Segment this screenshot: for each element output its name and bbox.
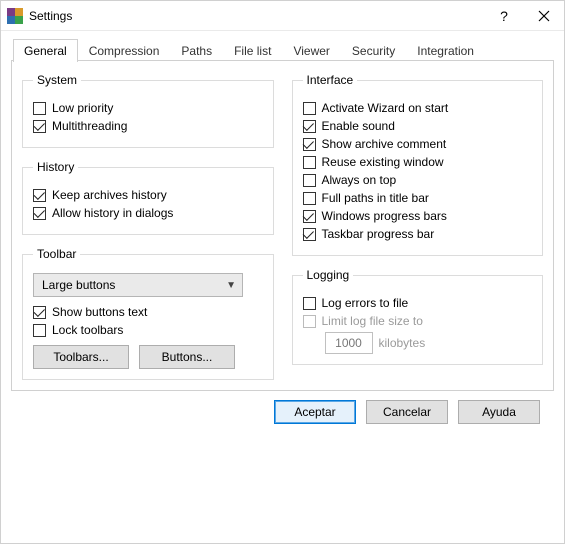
group-toolbar-label: Toolbar [33, 247, 80, 261]
label-low-priority: Low priority [52, 101, 113, 115]
tab-compression[interactable]: Compression [78, 39, 171, 62]
label-windows-progress: Windows progress bars [322, 209, 447, 223]
checkbox-enable-sound[interactable] [303, 120, 316, 133]
right-column: Interface Activate Wizard on start Enabl… [292, 73, 544, 380]
group-toolbar: Toolbar Large buttons ▼ Show buttons tex… [22, 247, 274, 380]
close-button[interactable] [524, 1, 564, 31]
label-log-errors: Log errors to file [322, 296, 409, 310]
group-system: System Low priority Multithreading [22, 73, 274, 148]
log-size-unit: kilobytes [379, 336, 426, 350]
toolbars-button[interactable]: Toolbars... [33, 345, 129, 369]
checkbox-full-paths-titlebar[interactable] [303, 192, 316, 205]
group-logging-label: Logging [303, 268, 354, 282]
checkbox-keep-history[interactable] [33, 189, 46, 202]
label-activate-wizard: Activate Wizard on start [322, 101, 449, 115]
tab-paths[interactable]: Paths [170, 39, 223, 62]
label-full-paths-titlebar: Full paths in title bar [322, 191, 429, 205]
buttons-button[interactable]: Buttons... [139, 345, 235, 369]
help-button[interactable]: ? [484, 1, 524, 31]
chevron-down-icon: ▼ [226, 280, 236, 291]
label-allow-history-dialogs: Allow history in dialogs [52, 206, 173, 220]
checkbox-always-on-top[interactable] [303, 174, 316, 187]
tabpage-general: System Low priority Multithreading Histo… [11, 60, 554, 391]
group-logging: Logging Log errors to file Limit log fil… [292, 268, 544, 365]
checkbox-activate-wizard[interactable] [303, 102, 316, 115]
titlebar: Settings ? [1, 1, 564, 31]
checkbox-show-archive-comment[interactable] [303, 138, 316, 151]
tab-filelist[interactable]: File list [223, 39, 282, 62]
group-history: History Keep archives history Allow hist… [22, 160, 274, 235]
left-column: System Low priority Multithreading Histo… [22, 73, 274, 380]
label-always-on-top: Always on top [322, 173, 397, 187]
tab-integration[interactable]: Integration [406, 39, 485, 62]
window-title: Settings [29, 9, 72, 23]
checkbox-windows-progress[interactable] [303, 210, 316, 223]
checkbox-log-errors[interactable] [303, 297, 316, 310]
group-history-label: History [33, 160, 78, 174]
label-show-buttons-text: Show buttons text [52, 305, 147, 319]
checkbox-limit-log-size [303, 315, 316, 328]
checkbox-reuse-window[interactable] [303, 156, 316, 169]
label-keep-history: Keep archives history [52, 188, 167, 202]
checkbox-allow-history-dialogs[interactable] [33, 207, 46, 220]
label-show-archive-comment: Show archive comment [322, 137, 447, 151]
checkbox-multithreading[interactable] [33, 120, 46, 133]
tab-viewer[interactable]: Viewer [282, 39, 340, 62]
close-icon [538, 10, 550, 22]
dialog-footer: Aceptar Cancelar Ayuda [11, 391, 554, 433]
label-limit-log-size: Limit log file size to [322, 314, 423, 328]
label-taskbar-progress: Taskbar progress bar [322, 227, 435, 241]
label-enable-sound: Enable sound [322, 119, 395, 133]
checkbox-taskbar-progress[interactable] [303, 228, 316, 241]
cancel-button[interactable]: Cancelar [366, 400, 448, 424]
help-footer-button[interactable]: Ayuda [458, 400, 540, 424]
toolbar-size-value: Large buttons [42, 278, 115, 292]
label-multithreading: Multithreading [52, 119, 127, 133]
toolbar-size-combo[interactable]: Large buttons ▼ [33, 273, 243, 297]
tab-general[interactable]: General [13, 39, 78, 62]
app-icon [7, 8, 23, 24]
checkbox-show-buttons-text[interactable] [33, 306, 46, 319]
ok-button[interactable]: Aceptar [274, 400, 356, 424]
group-interface: Interface Activate Wizard on start Enabl… [292, 73, 544, 256]
group-system-label: System [33, 73, 81, 87]
tabstrip: General Compression Paths File list View… [13, 37, 554, 61]
checkbox-lock-toolbars[interactable] [33, 324, 46, 337]
tab-security[interactable]: Security [341, 39, 406, 62]
group-interface-label: Interface [303, 73, 358, 87]
checkbox-low-priority[interactable] [33, 102, 46, 115]
log-size-input: 1000 [325, 332, 373, 354]
label-lock-toolbars: Lock toolbars [52, 323, 123, 337]
settings-window: Settings ? General Compression Paths Fil… [0, 0, 565, 544]
client-area: General Compression Paths File list View… [1, 31, 564, 543]
label-reuse-window: Reuse existing window [322, 155, 444, 169]
